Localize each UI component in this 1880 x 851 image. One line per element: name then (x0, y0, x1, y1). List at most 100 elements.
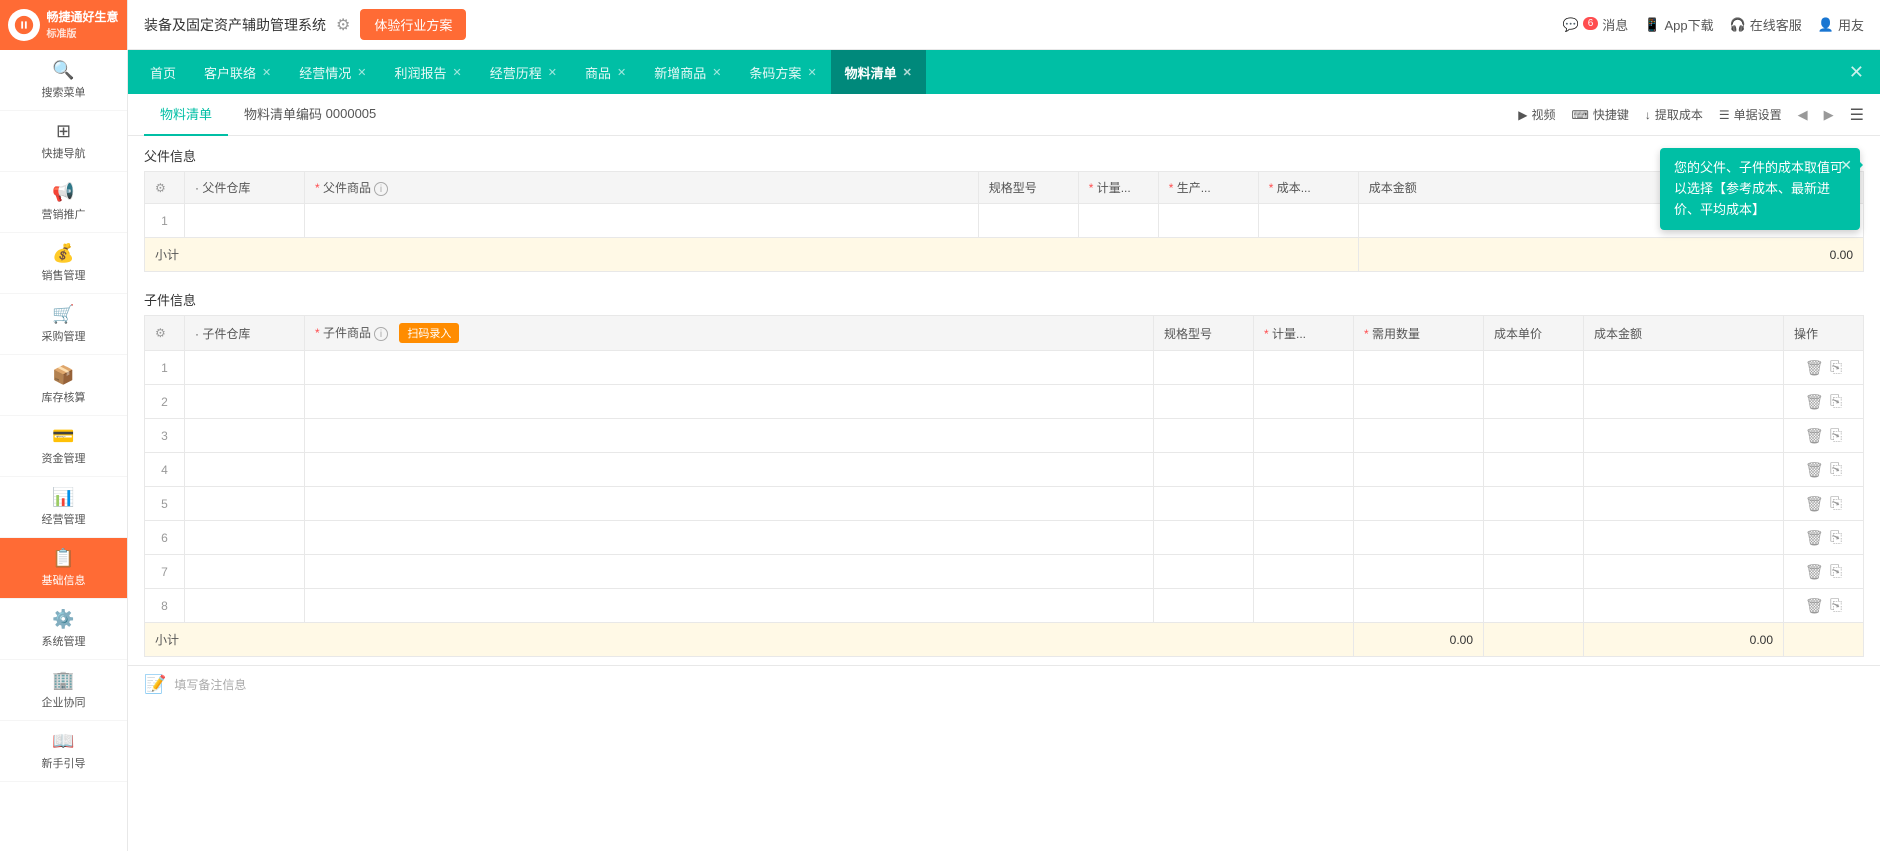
child-row-3-unit[interactable] (1254, 419, 1354, 453)
tab-operation-close[interactable]: ✕ (357, 66, 366, 79)
child-row-5-product[interactable] (305, 487, 1154, 521)
online-service-action[interactable]: 🎧 在线客服 (1730, 15, 1802, 34)
child-row-2-warehouse[interactable] (185, 385, 305, 419)
child-row-2-price[interactable] (1484, 385, 1584, 419)
action-cost[interactable]: ↓ 提取成本 (1645, 106, 1703, 123)
parent-row-1-production[interactable] (1158, 204, 1258, 238)
child-col-settings-icon[interactable]: ⚙ (155, 326, 166, 340)
child-row-8-unit[interactable] (1254, 589, 1354, 623)
child-row-7-price[interactable] (1484, 555, 1584, 589)
prev-page-icon[interactable]: ◀ (1798, 107, 1808, 123)
child-row-3-product[interactable] (305, 419, 1154, 453)
child-row-6-unit[interactable] (1254, 521, 1354, 555)
child-row-5-unit[interactable] (1254, 487, 1354, 521)
settings-icon[interactable]: ⚙ (336, 15, 350, 35)
sub-tab-bom-detail[interactable]: 物料清单编码 0000005 (228, 94, 392, 136)
child-row-8-spec[interactable] (1154, 589, 1254, 623)
tab-history-close[interactable]: ✕ (548, 66, 557, 79)
child-row-6-copy-icon[interactable]: ⎘ (1830, 529, 1842, 546)
child-row-1-qty[interactable] (1354, 351, 1484, 385)
sub-tab-bom-list[interactable]: 物料清单 (144, 94, 228, 136)
child-row-4-delete-icon[interactable]: 🗑 (1805, 461, 1824, 479)
action-shortcut[interactable]: ⌨ 快捷键 (1572, 106, 1629, 123)
child-row-3-amount[interactable] (1584, 419, 1784, 453)
tab-history[interactable]: 经营历程 ✕ (476, 50, 571, 94)
child-row-8-copy-icon[interactable]: ⎘ (1830, 597, 1842, 614)
parent-row-1-cost[interactable] (1258, 204, 1358, 238)
child-row-7-delete-icon[interactable]: 🗑 (1805, 563, 1824, 581)
child-row-2-spec[interactable] (1154, 385, 1254, 419)
tooltip-close-button[interactable]: ✕ (1840, 154, 1852, 176)
child-row-8-price[interactable] (1484, 589, 1584, 623)
sidebar-item-enterprise[interactable]: 🏢 企业协同 (0, 660, 127, 721)
child-row-7-qty[interactable] (1354, 555, 1484, 589)
tab-home[interactable]: 首页 (136, 50, 190, 94)
child-row-6-spec[interactable] (1154, 521, 1254, 555)
child-row-5-warehouse[interactable] (185, 487, 305, 521)
child-row-2-delete-icon[interactable]: 🗑 (1805, 393, 1824, 411)
message-action[interactable]: 💬 6 消息 (1563, 15, 1629, 34)
child-row-5-qty[interactable] (1354, 487, 1484, 521)
child-row-7-spec[interactable] (1154, 555, 1254, 589)
tab-operation[interactable]: 经营情况 ✕ (285, 50, 380, 94)
child-row-5-price[interactable] (1484, 487, 1584, 521)
child-row-4-price[interactable] (1484, 453, 1584, 487)
tab-profit[interactable]: 利润报告 ✕ (380, 50, 475, 94)
child-row-2-copy-icon[interactable]: ⎘ (1830, 393, 1842, 410)
app-download-action[interactable]: 📱 App下载 (1644, 15, 1713, 34)
child-row-3-qty[interactable] (1354, 419, 1484, 453)
parent-row-1-warehouse[interactable] (185, 204, 305, 238)
tab-bom[interactable]: 物料清单 ✕ (831, 50, 926, 94)
child-row-8-warehouse[interactable] (185, 589, 305, 623)
child-row-1-warehouse[interactable] (185, 351, 305, 385)
child-row-6-qty[interactable] (1354, 521, 1484, 555)
sidebar-item-purchase[interactable]: 🛒 采购管理 (0, 294, 127, 355)
scan-button[interactable]: 扫码录入 (399, 323, 459, 343)
sidebar-item-search[interactable]: 🔍 搜索菜单 (0, 50, 127, 111)
child-row-1-price[interactable] (1484, 351, 1584, 385)
child-row-5-copy-icon[interactable]: ⎘ (1830, 495, 1842, 512)
child-row-6-warehouse[interactable] (185, 521, 305, 555)
child-row-1-product[interactable] (305, 351, 1154, 385)
sidebar-item-quick-nav[interactable]: ⊞ 快捷导航 (0, 111, 127, 172)
grid-view-icon[interactable]: ☰ (1850, 105, 1864, 125)
tab-customer-close[interactable]: ✕ (262, 66, 271, 79)
child-row-4-product[interactable] (305, 453, 1154, 487)
sidebar-item-system[interactable]: ⚙️ 系统管理 (0, 599, 127, 660)
tab-barcode[interactable]: 条码方案 ✕ (735, 50, 830, 94)
child-row-4-warehouse[interactable] (185, 453, 305, 487)
child-row-8-qty[interactable] (1354, 589, 1484, 623)
parent-row-1-spec[interactable] (978, 204, 1078, 238)
child-row-3-price[interactable] (1484, 419, 1584, 453)
child-row-1-copy-icon[interactable]: ⎘ (1830, 359, 1842, 376)
child-row-3-warehouse[interactable] (185, 419, 305, 453)
child-row-1-delete-icon[interactable]: 🗑 (1805, 359, 1824, 377)
child-row-8-product[interactable] (305, 589, 1154, 623)
child-row-3-spec[interactable] (1154, 419, 1254, 453)
child-row-1-unit[interactable] (1254, 351, 1354, 385)
next-page-icon[interactable]: ▶ (1824, 107, 1834, 123)
child-row-7-amount[interactable] (1584, 555, 1784, 589)
tab-goods-close[interactable]: ✕ (617, 66, 626, 79)
child-row-7-copy-icon[interactable]: ⎘ (1830, 563, 1842, 580)
child-row-5-spec[interactable] (1154, 487, 1254, 521)
parent-row-1-unit[interactable] (1078, 204, 1158, 238)
child-row-7-product[interactable] (305, 555, 1154, 589)
child-row-2-amount[interactable] (1584, 385, 1784, 419)
tab-customer[interactable]: 客户联络 ✕ (190, 50, 285, 94)
parent-row-1-product[interactable] (305, 204, 979, 238)
child-row-3-copy-icon[interactable]: ⎘ (1830, 427, 1842, 444)
child-row-7-warehouse[interactable] (185, 555, 305, 589)
sidebar-item-basic-info[interactable]: 📋 基础信息 (0, 538, 127, 599)
sidebar-item-sales[interactable]: 💰 销售管理 (0, 233, 127, 294)
sidebar-item-inventory[interactable]: 📦 库存核算 (0, 355, 127, 416)
child-row-4-spec[interactable] (1154, 453, 1254, 487)
child-row-6-product[interactable] (305, 521, 1154, 555)
tab-bom-close[interactable]: ✕ (903, 66, 912, 79)
child-row-6-price[interactable] (1484, 521, 1584, 555)
sidebar-item-guide[interactable]: 📖 新手引导 (0, 721, 127, 782)
child-row-7-unit[interactable] (1254, 555, 1354, 589)
tab-barcode-close[interactable]: ✕ (807, 66, 816, 79)
child-row-4-copy-icon[interactable]: ⎘ (1830, 461, 1842, 478)
child-row-8-delete-icon[interactable]: 🗑 (1805, 597, 1824, 615)
